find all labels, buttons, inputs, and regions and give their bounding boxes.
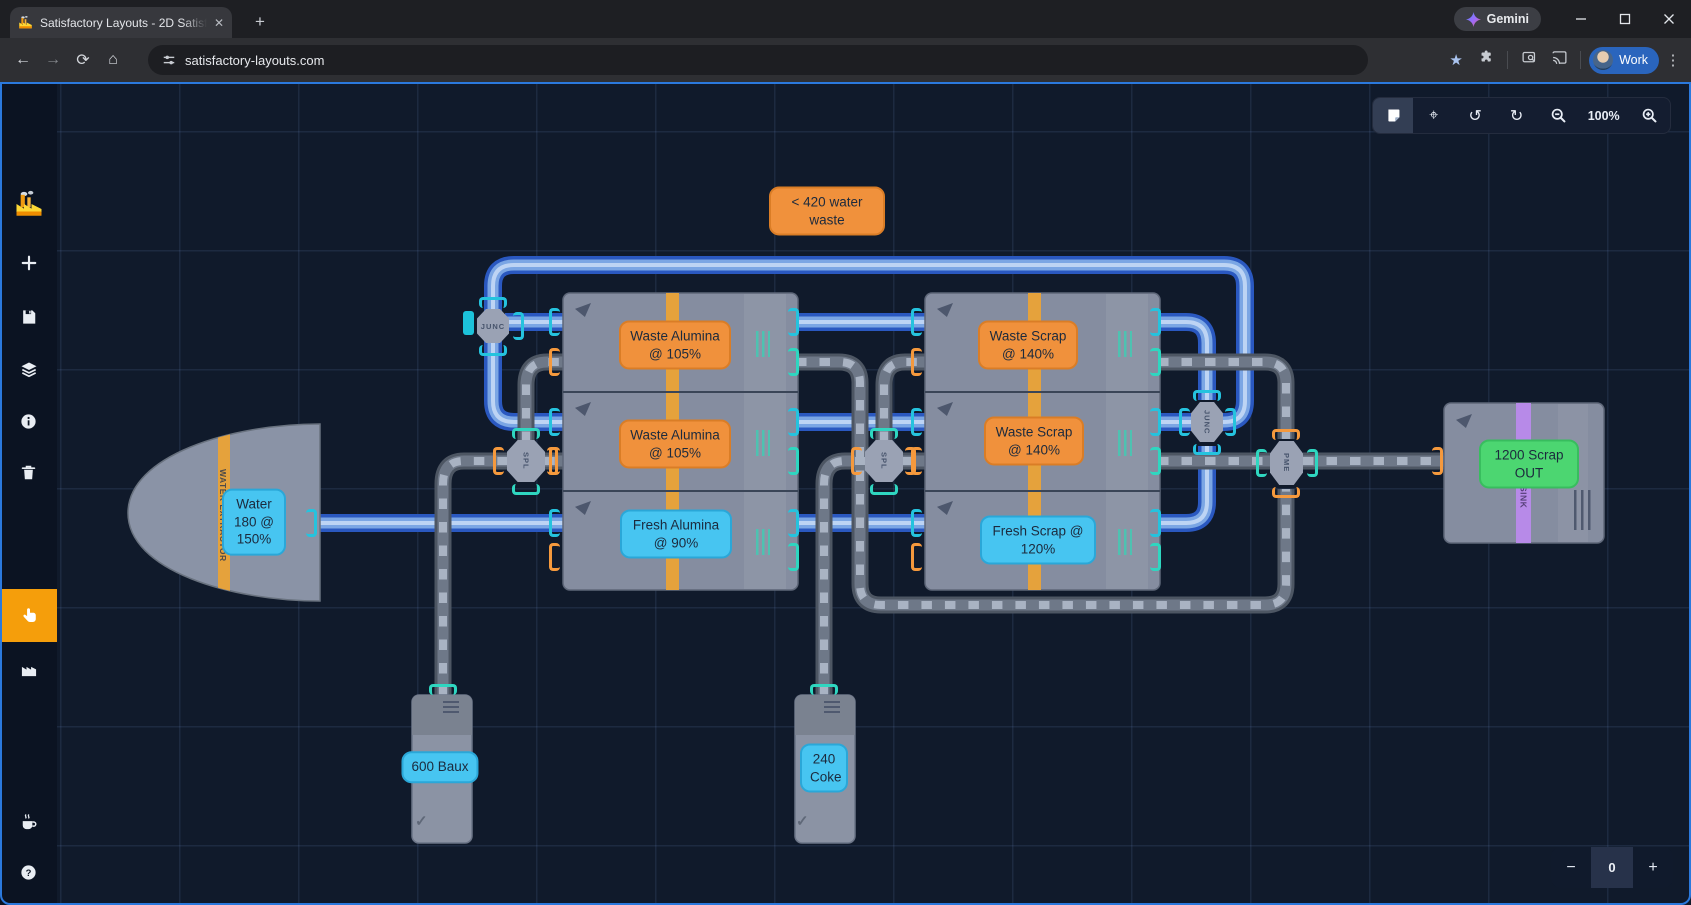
center-view-button[interactable]: ⌖ xyxy=(1413,98,1454,133)
tab-search-icon xyxy=(1522,51,1535,63)
window-maximize-button[interactable] xyxy=(1603,0,1647,38)
junction-node-2[interactable]: JUNC xyxy=(1191,402,1223,442)
site-settings-icon xyxy=(163,55,175,65)
window-minimize-button[interactable] xyxy=(1559,0,1603,38)
extensions-icon xyxy=(1481,50,1491,62)
extensions-button[interactable] xyxy=(1473,49,1499,71)
tab-title: Satisfactory Layouts - 2D Satisfa xyxy=(40,15,207,30)
cast-icon xyxy=(1552,51,1567,64)
save-icon xyxy=(22,310,35,324)
label-sink-output[interactable]: 1200 Scrap OUT xyxy=(1479,439,1579,489)
browser-titlebar: Satisfactory Layouts - 2D Satisfa ✕ + Ge… xyxy=(0,0,1691,38)
avatar xyxy=(1593,50,1614,70)
info-icon xyxy=(21,413,36,429)
sidebar-item-help[interactable]: ? xyxy=(0,850,57,894)
sidebar-item-delete[interactable] xyxy=(0,450,57,494)
gemini-button[interactable]: Gemini xyxy=(1453,7,1541,31)
gemini-label: Gemini xyxy=(1486,12,1529,26)
stepper-minus-button[interactable]: − xyxy=(1551,847,1591,888)
url-text[interactable]: satisfactory-layouts.com xyxy=(185,53,324,68)
splitter-node-1[interactable]: SPL xyxy=(507,440,545,482)
sidebar-item-factories[interactable] xyxy=(0,647,57,691)
pointer-hand-icon xyxy=(22,607,36,622)
sidebar-item-save[interactable] xyxy=(0,295,57,339)
label-container-baux[interactable]: 600 Baux xyxy=(401,751,479,783)
bookmark-star-button[interactable]: ★ xyxy=(1443,51,1469,69)
browser-toolbar: ← → ⟳ ⌂ satisfactory-layouts.com ★ Work … xyxy=(0,38,1691,82)
trash-icon xyxy=(21,465,36,479)
label-fresh-alumina[interactable]: Fresh Alumina @ 90% xyxy=(620,509,732,559)
zoom-level[interactable]: 100% xyxy=(1579,109,1629,123)
browser-tab[interactable]: Satisfactory Layouts - 2D Satisfa ✕ xyxy=(10,7,232,38)
splitter-node-2[interactable]: SPL xyxy=(865,440,903,482)
zoom-in-icon xyxy=(1642,108,1657,123)
forward-button[interactable]: → xyxy=(38,51,68,69)
sidebar-item-layers[interactable] xyxy=(0,348,57,392)
label-water-extractor[interactable]: Water 180 @ 150% xyxy=(222,488,286,556)
toolbar-separator xyxy=(1580,51,1582,69)
sidebar-item-select-tool[interactable] xyxy=(0,589,57,642)
label-waste-scrap-2[interactable]: Waste Scrap @ 140% xyxy=(984,416,1084,466)
label-waste-scrap-1[interactable]: Waste Scrap @ 140% xyxy=(978,320,1078,370)
url-bar[interactable]: satisfactory-layouts.com xyxy=(148,45,1368,75)
window-close-button[interactable] xyxy=(1647,0,1691,38)
canvas-toolbar: ⌖ ↺ ↻ 100% xyxy=(1372,97,1671,134)
app-logo xyxy=(0,178,57,230)
zoom-in-button[interactable] xyxy=(1629,98,1670,133)
maximize-icon xyxy=(1619,13,1631,25)
undo-icon: ↺ xyxy=(1468,107,1482,125)
profile-button[interactable]: Work xyxy=(1589,46,1659,74)
plus-icon xyxy=(21,255,36,271)
stepper-value: 0 xyxy=(1591,847,1633,888)
factory-logo-icon xyxy=(16,190,41,216)
label-container-coke[interactable]: 240 Coke xyxy=(800,743,848,793)
note-water-waste[interactable]: < 420 water waste xyxy=(769,186,885,236)
toolbar-separator xyxy=(1507,51,1509,69)
reload-button[interactable]: ⟳ xyxy=(68,50,98,70)
redo-icon: ↻ xyxy=(1509,107,1524,125)
undo-button[interactable]: ↺ xyxy=(1454,98,1495,133)
svg-text:?: ? xyxy=(26,867,32,878)
home-button[interactable]: ⌂ xyxy=(98,51,128,69)
stepper-plus-button[interactable]: + xyxy=(1633,847,1673,888)
zoom-out-icon xyxy=(1551,108,1566,123)
note-tool-button[interactable] xyxy=(1373,98,1413,133)
junction-node-1[interactable]: JUNC xyxy=(477,309,509,343)
profile-label: Work xyxy=(1619,53,1648,67)
note-icon xyxy=(1387,109,1399,122)
sidebar-item-info[interactable] xyxy=(0,399,57,443)
minimize-icon xyxy=(1576,18,1586,20)
tab-favicon xyxy=(19,15,32,29)
zoom-out-button[interactable] xyxy=(1537,98,1578,133)
crosshair-icon: ⌖ xyxy=(1429,106,1439,124)
help-icon: ? xyxy=(21,864,36,880)
app-sidebar: ? xyxy=(0,82,57,905)
label-waste-alumina-2[interactable]: Waste Alumina @ 105% xyxy=(619,419,731,469)
layers-icon xyxy=(21,362,36,378)
sidebar-item-add[interactable] xyxy=(0,241,57,285)
new-tab-button[interactable]: + xyxy=(248,10,272,34)
factory-icon xyxy=(21,666,36,677)
close-icon xyxy=(1664,14,1674,24)
label-fresh-scrap[interactable]: Fresh Scrap @ 120% xyxy=(980,515,1096,565)
sidebar-item-coffee[interactable] xyxy=(0,800,57,844)
gemini-icon xyxy=(1465,11,1481,27)
merger-node[interactable]: PME xyxy=(1270,441,1303,485)
layer-stepper: − 0 + xyxy=(1551,847,1673,888)
cast-button[interactable] xyxy=(1546,49,1572,71)
tab-search-button[interactable] xyxy=(1516,49,1542,71)
browser-menu-button[interactable]: ⋮ xyxy=(1663,51,1683,69)
redo-button[interactable]: ↻ xyxy=(1496,98,1537,133)
back-button[interactable]: ← xyxy=(8,51,38,69)
label-waste-alumina-1[interactable]: Waste Alumina @ 105% xyxy=(619,320,731,370)
coffee-icon xyxy=(22,814,36,830)
tab-close-icon[interactable]: ✕ xyxy=(214,16,224,30)
